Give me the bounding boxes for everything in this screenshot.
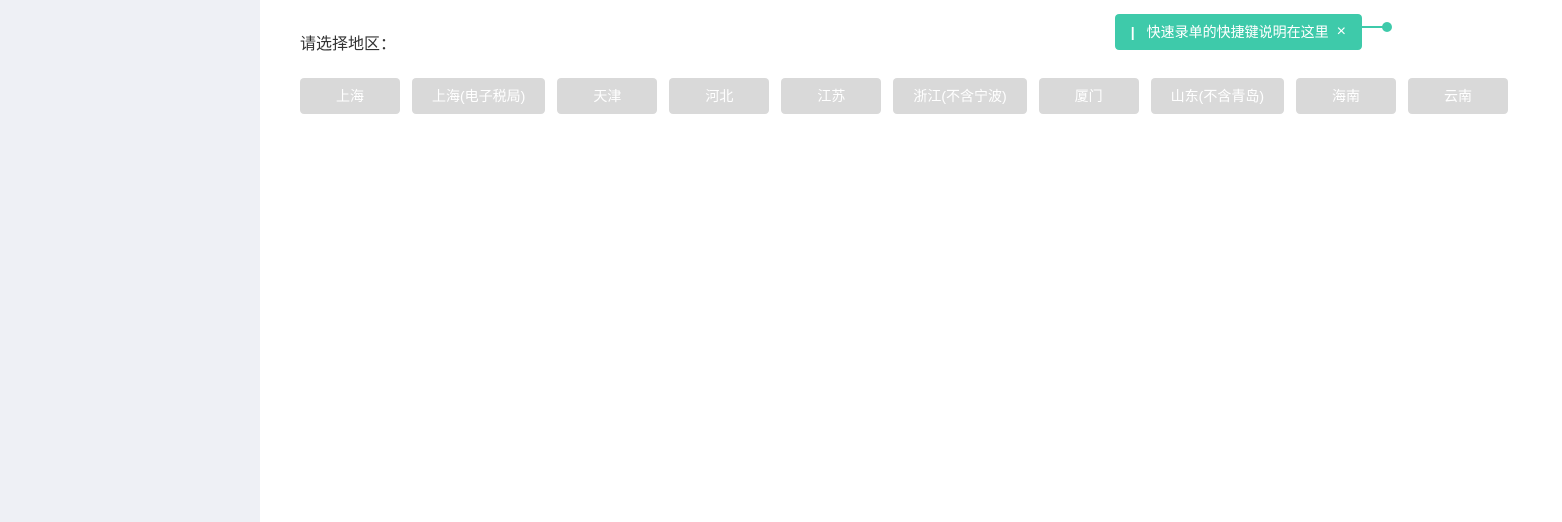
region-button-tianjin[interactable]: 天津 [557,78,657,114]
tooltip-close-button[interactable]: × [1337,24,1346,40]
region-buttons: 上海上海(电子税局) 天津河北江苏浙江(不含宁波) 厦门山东(不含青岛) 海南云南 [300,78,1522,114]
region-button-zhejiang[interactable]: 浙江(不含宁波) [893,78,1026,114]
tooltip-banner: 快速录单的快捷键说明在这里 × [1115,14,1362,50]
region-button-yunnan[interactable]: 云南 [1408,78,1508,114]
region-button-shanghai-etax[interactable]: 上海(电子税局) [412,78,545,114]
region-button-hainan[interactable]: 海南 [1296,78,1396,114]
region-button-xiamen[interactable]: 厦门 [1039,78,1139,114]
region-button-jiangsu[interactable]: 江苏 [781,78,881,114]
main-content: 请选择地区： 上海上海(电子税局)天津河北江苏浙江(不含宁波)厦门山东(不含青岛… [260,0,1562,522]
region-button-hebei[interactable]: 河北 [669,78,769,114]
tooltip-dot [1382,22,1392,32]
region-button-shanghai[interactable]: 上海 [300,78,400,114]
region-button-shandong[interactable]: 山东(不含青岛) [1151,78,1284,114]
tooltip-text: 快速录单的快捷键说明在这里 [1147,22,1329,42]
sidebar [0,0,260,522]
